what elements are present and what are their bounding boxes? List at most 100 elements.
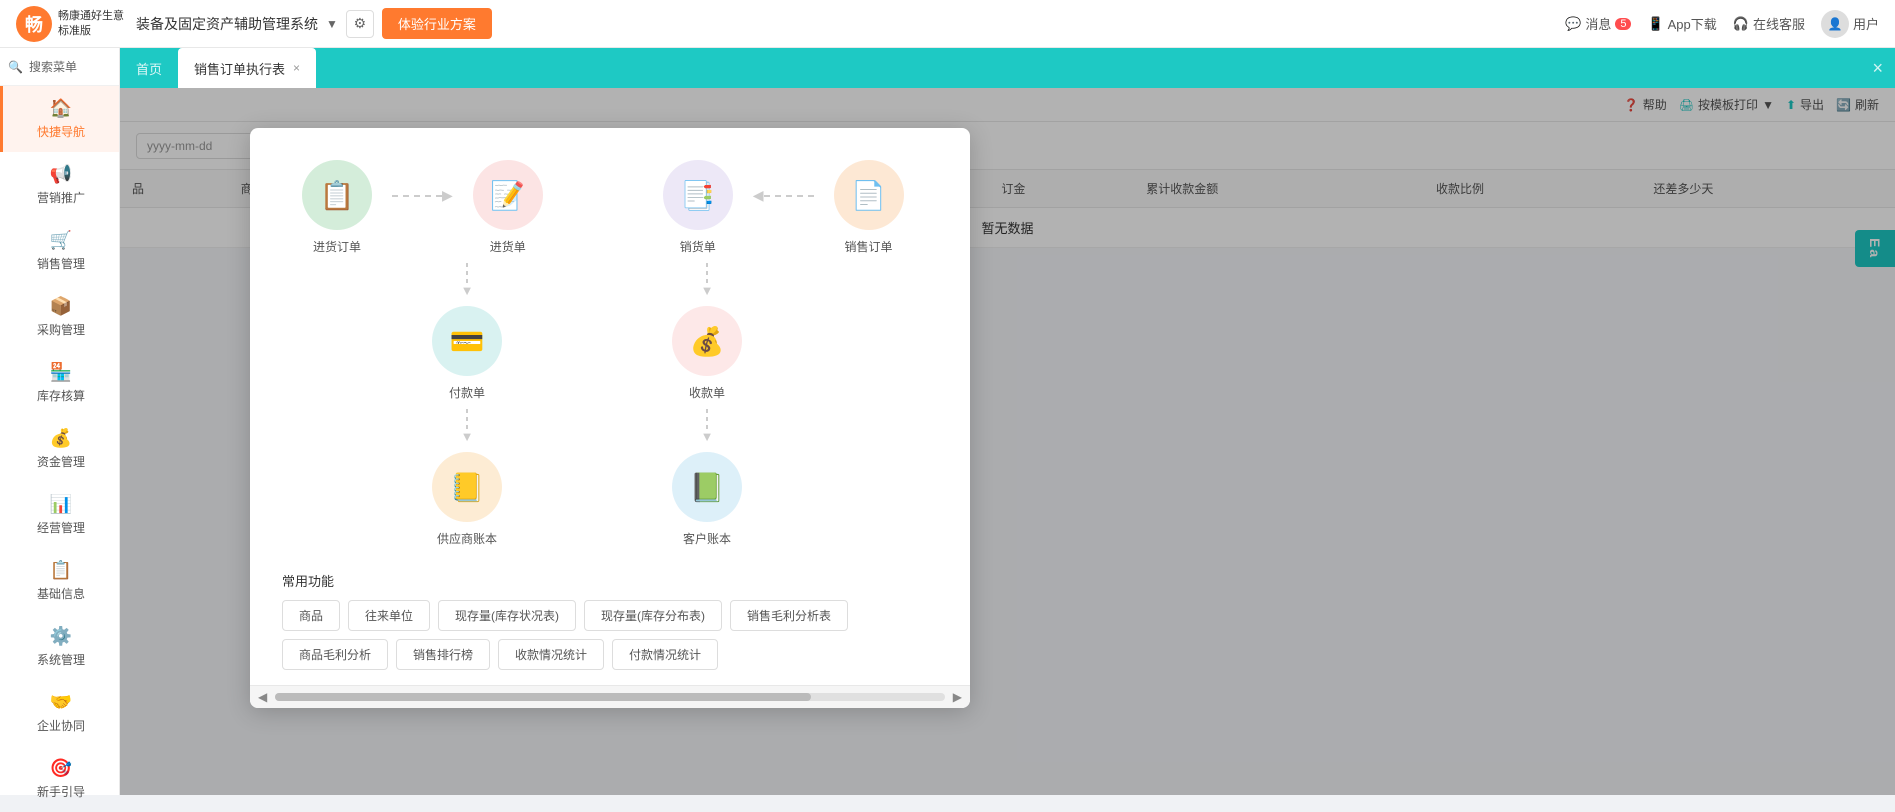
func-buttons: 商品 往来单位 现存量(库存状况表) 现存量(库存分布表) 销售毛利分析表 商品… (282, 600, 938, 670)
sidebar-icon-finance: 💰 (50, 428, 72, 449)
arrow-down-supplier: ▼ (412, 409, 522, 444)
receipt-label: 收款单 (689, 384, 725, 401)
sidebar-icon-operation: 📊 (50, 494, 72, 515)
gear-button[interactable]: ⚙ (346, 10, 374, 38)
func-btn-stock-status[interactable]: 现存量(库存状况表) (438, 600, 576, 631)
scroll-left-icon[interactable]: ◀ (258, 690, 267, 704)
sidebar-item-finance[interactable]: 💰 资金管理 (0, 416, 119, 482)
sidebar-icon-basic-info: 📋 (50, 560, 72, 581)
app-download-item[interactable]: 📱 App下载 (1647, 14, 1716, 33)
scrollbar-thumb (275, 693, 811, 701)
sidebar-icon-sales: 🛒 (50, 230, 72, 251)
arrow-sales-order-to-bill: ◀ (753, 187, 814, 204)
service-icon: 🎧 (1733, 16, 1749, 32)
tab-sales-order[interactable]: 销售订单执行表 × (178, 48, 316, 88)
logo-icon: 畅 (16, 6, 52, 42)
sidebar-item-enterprise[interactable]: 🤝 企业协同 (0, 680, 119, 746)
receipt-icon: 💰 (672, 306, 742, 376)
purchase-bill-label: 进货单 (490, 238, 526, 255)
message-badge: 5 (1615, 18, 1631, 30)
online-service-label: 在线客服 (1753, 14, 1805, 33)
sidebar-item-system[interactable]: ⚙️ 系统管理 (0, 614, 119, 680)
sidebar-item-guide[interactable]: 🎯 新手引导 (0, 746, 119, 812)
func-btn-receipt-stats[interactable]: 收款情况统计 (498, 639, 604, 670)
payment-icon: 💳 (432, 306, 502, 376)
sidebar-label-finance: 资金管理 (37, 453, 85, 470)
flow-node-sales-bill[interactable]: 📑 销货单 (663, 160, 733, 255)
sales-order-icon: 📄 (834, 160, 904, 230)
system-dropdown-icon[interactable]: ▼ (326, 17, 338, 31)
func-btn-payment-stats[interactable]: 付款情况统计 (612, 639, 718, 670)
header-right: 💬 消息 5 📱 App下载 🎧 在线客服 👤 用户 (1565, 10, 1879, 38)
flow-node-sales-order[interactable]: 📄 销售订单 (834, 160, 904, 255)
func-btn-sales-profit[interactable]: 销售毛利分析表 (730, 600, 848, 631)
tab-sales-order-label: 销售订单执行表 (194, 59, 285, 78)
sidebar-icon-purchase: 📦 (50, 296, 72, 317)
sidebar-icon-marketing: 📢 (50, 164, 72, 185)
sidebar-label-enterprise: 企业协同 (37, 717, 85, 734)
sidebar-item-basic-info[interactable]: 📋 基础信息 (0, 548, 119, 614)
logo-area: 畅 畅康通好生意 标准版 (16, 6, 136, 42)
purchase-bill-icon: 📝 (473, 160, 543, 230)
page-content: ❓ 帮助 🖨 按模板打印 ▼ ⬆ 导出 🔄 刷新 (120, 88, 1895, 795)
scroll-right-icon[interactable]: ▶ (953, 690, 962, 704)
arrow-down-customer: ▼ (652, 409, 762, 444)
flow-node-customer-ledger[interactable]: 📗 客户账本 (672, 452, 742, 547)
tab-home[interactable]: 首页 (120, 48, 178, 88)
message-item[interactable]: 💬 消息 5 (1565, 14, 1631, 33)
customer-ledger-icon: 📗 (672, 452, 742, 522)
flow-node-purchase-order[interactable]: 📋 进货订单 (302, 160, 372, 255)
modal-scrollbar: ◀ ▶ (250, 685, 970, 708)
flow-node-receipt[interactable]: 💰 收款单 (672, 306, 742, 401)
purchase-order-icon: 📋 (302, 160, 372, 230)
scrollbar-track[interactable] (275, 693, 945, 701)
flow-node-purchase-bill[interactable]: 📝 进货单 (473, 160, 543, 255)
func-btn-sales-rank[interactable]: 销售排行榜 (396, 639, 490, 670)
sales-bill-label: 销货单 (680, 238, 716, 255)
sidebar-label-purchase: 采购管理 (37, 321, 85, 338)
sidebar-icon-enterprise: 🤝 (50, 692, 72, 713)
sidebar-search[interactable]: 🔍 搜索菜单 (0, 48, 119, 86)
top-header: 畅 畅康通好生意 标准版 装备及固定资产辅助管理系统 ▼ ⚙ 体验行业方案 💬 … (0, 0, 1895, 48)
modal-overlay[interactable]: 📋 进货订单 ▶ 📝 进货单 (120, 88, 1895, 795)
message-label: 消息 (1585, 14, 1611, 33)
try-button[interactable]: 体验行业方案 (382, 8, 492, 39)
func-btn-goods[interactable]: 商品 (282, 600, 340, 631)
common-functions: 常用功能 商品 往来单位 现存量(库存状况表) 现存量(库存分布表) 销售毛利分… (282, 571, 938, 670)
sidebar-item-sales[interactable]: 🛒 销售管理 (0, 218, 119, 284)
message-icon: 💬 (1565, 16, 1581, 32)
system-name-text: 装备及固定资产辅助管理系统 (136, 14, 318, 34)
quick-nav-modal: 📋 进货订单 ▶ 📝 进货单 (250, 128, 970, 708)
arrow-down-payment: ▼ (412, 263, 522, 298)
flow-node-supplier-ledger[interactable]: 📒 供应商账本 (432, 452, 502, 547)
common-functions-title: 常用功能 (282, 571, 938, 590)
payment-label: 付款单 (449, 384, 485, 401)
online-service-item[interactable]: 🎧 在线客服 (1733, 14, 1805, 33)
supplier-ledger-label: 供应商账本 (437, 530, 497, 547)
arrow-down-receipt: ▼ (652, 263, 762, 298)
search-icon: 🔍 (8, 60, 23, 74)
sidebar-label-basic-info: 基础信息 (37, 585, 85, 602)
sidebar-item-purchase[interactable]: 📦 采购管理 (0, 284, 119, 350)
supplier-ledger-icon: 📒 (432, 452, 502, 522)
sidebar-item-quick-nav[interactable]: 🏠 快捷导航 (0, 86, 119, 152)
tab-close-icon[interactable]: × (293, 61, 300, 75)
sidebar-item-inventory[interactable]: 🏪 库存核算 (0, 350, 119, 416)
func-btn-stock-dist[interactable]: 现存量(库存分布表) (584, 600, 722, 631)
sidebar-label-guide: 新手引导 (37, 783, 85, 800)
sidebar-label-inventory: 库存核算 (37, 387, 85, 404)
customer-ledger-label: 客户账本 (683, 530, 731, 547)
sidebar-item-marketing[interactable]: 📢 营销推广 (0, 152, 119, 218)
user-item[interactable]: 👤 用户 (1821, 10, 1879, 38)
tab-bar-close-icon[interactable]: × (1872, 58, 1883, 79)
logo-text: 畅康通好生意 标准版 (58, 9, 124, 38)
tab-home-label: 首页 (136, 59, 162, 78)
modal-body: 📋 进货订单 ▶ 📝 进货单 (250, 128, 970, 685)
user-label: 用户 (1853, 14, 1879, 33)
avatar: 👤 (1821, 10, 1849, 38)
func-btn-goods-profit[interactable]: 商品毛利分析 (282, 639, 388, 670)
flow-node-payment[interactable]: 💳 付款单 (432, 306, 502, 401)
func-btn-partner[interactable]: 往来单位 (348, 600, 430, 631)
sidebar-item-operation[interactable]: 📊 经营管理 (0, 482, 119, 548)
sidebar: 🔍 搜索菜单 🏠 快捷导航 📢 营销推广 🛒 销售管理 📦 采购管理 🏪 库存核… (0, 48, 120, 795)
